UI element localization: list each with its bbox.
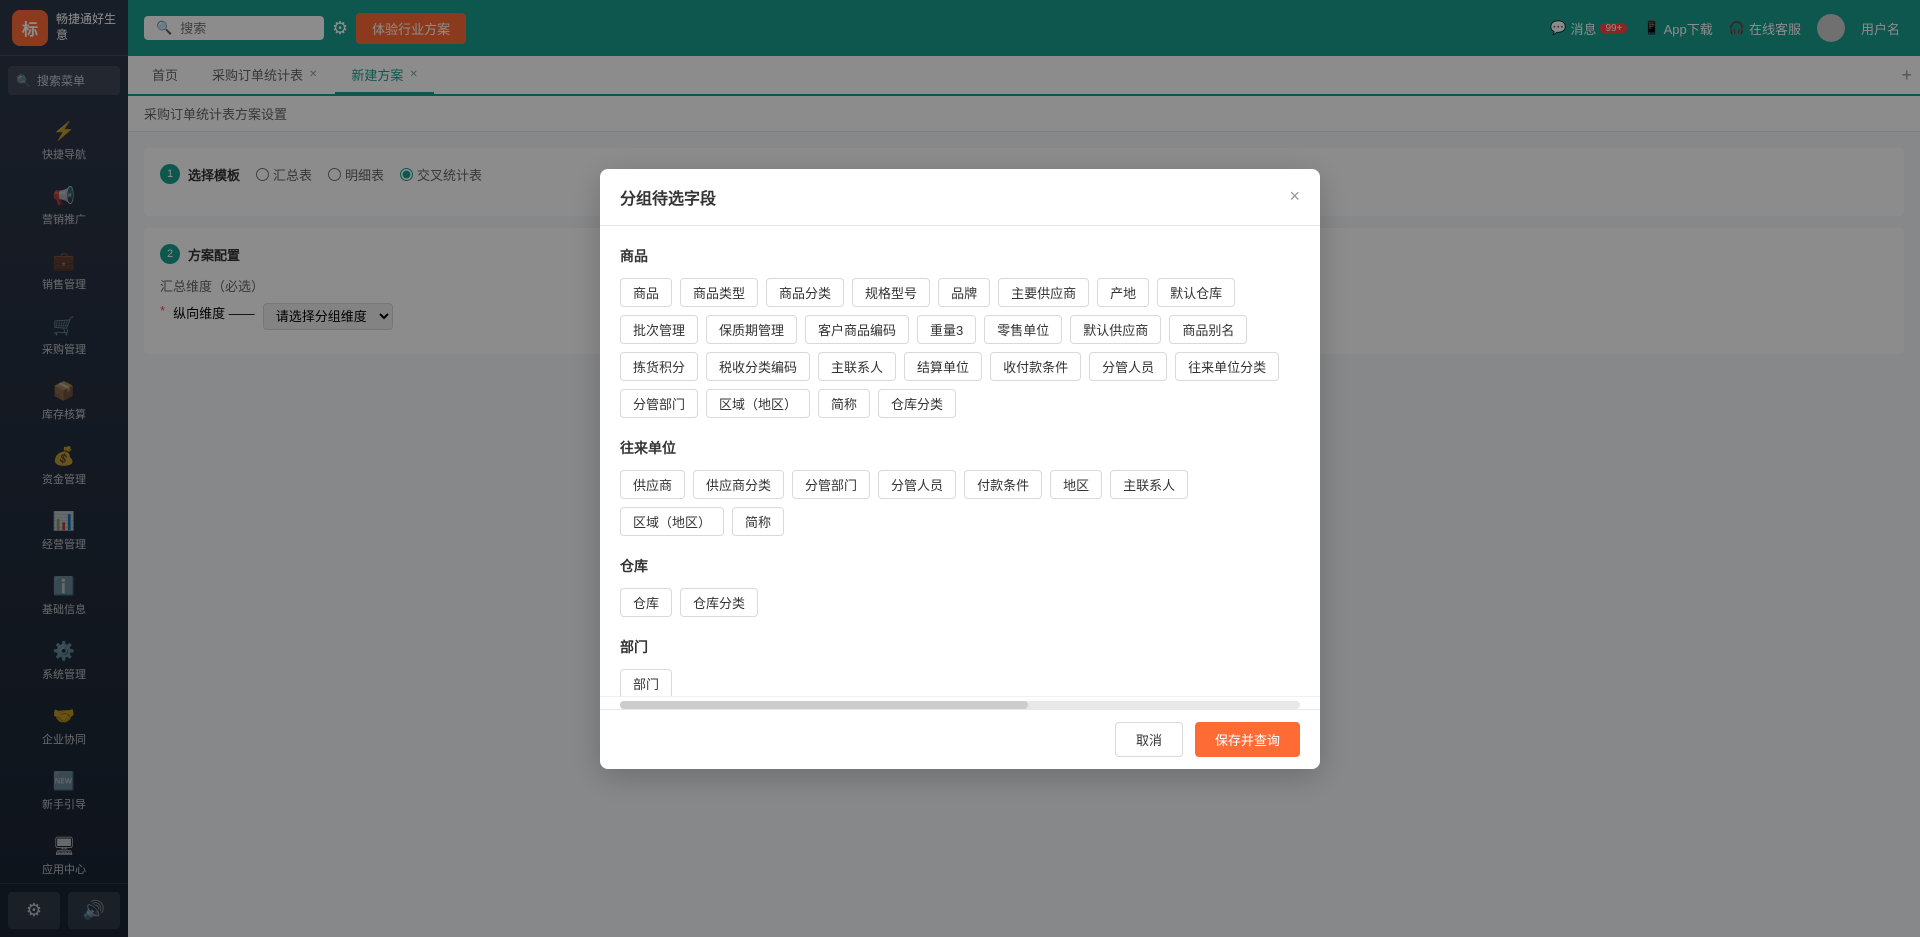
group-title-department: 部门 (620, 637, 1300, 657)
tag-product-type[interactable]: 商品类型 (680, 278, 758, 307)
tag-warehouse-category[interactable]: 仓库分类 (878, 389, 956, 418)
tag-region[interactable]: 区域（地区） (706, 389, 810, 418)
tag-spec-model[interactable]: 规格型号 (852, 278, 930, 307)
tag-payment-terms[interactable]: 收付款条件 (990, 352, 1081, 381)
tag-department[interactable]: 部门 (620, 669, 672, 696)
tag-default-warehouse[interactable]: 默认仓库 (1157, 278, 1235, 307)
tag-partner-category[interactable]: 往来单位分类 (1175, 352, 1279, 381)
field-group-partner: 往来单位 供应商 供应商分类 分管部门 分管人员 付款条件 地区 主联系人 区域… (620, 438, 1300, 536)
field-group-warehouse: 仓库 仓库 仓库分类 (620, 556, 1300, 617)
dialog-footer: 取消 保存并查询 (600, 709, 1320, 769)
tag-retail-unit[interactable]: 零售单位 (984, 315, 1062, 344)
dialog-title: 分组待选字段 (620, 185, 716, 209)
tag-settlement-unit[interactable]: 结算单位 (904, 352, 982, 381)
tag-pick-score[interactable]: 拣货积分 (620, 352, 698, 381)
tag-primary-contact[interactable]: 主联系人 (818, 352, 896, 381)
tag-brand[interactable]: 品牌 (938, 278, 990, 307)
save-query-button[interactable]: 保存并查询 (1195, 722, 1300, 757)
tag-shelf-life[interactable]: 保质期管理 (706, 315, 797, 344)
department-tags: 部门 (620, 669, 1300, 696)
cancel-button[interactable]: 取消 (1115, 722, 1183, 757)
tag-customer-code[interactable]: 客户商品编码 (805, 315, 909, 344)
tag-product-category[interactable]: 商品分类 (766, 278, 844, 307)
tag-area[interactable]: 地区 (1050, 470, 1102, 499)
tag-abbr[interactable]: 简称 (818, 389, 870, 418)
field-group-product: 商品 商品 商品类型 商品分类 规格型号 品牌 主要供应商 产地 默认仓库 批次… (620, 246, 1300, 418)
tag-main-supplier[interactable]: 主要供应商 (998, 278, 1089, 307)
tag-partner-abbr[interactable]: 简称 (732, 507, 784, 536)
tag-partner-dept[interactable]: 分管部门 (792, 470, 870, 499)
dialog-header: 分组待选字段 × (600, 169, 1320, 226)
tag-batch-mgmt[interactable]: 批次管理 (620, 315, 698, 344)
group-title-product: 商品 (620, 246, 1300, 266)
tag-weight[interactable]: 重量3 (917, 315, 976, 344)
warehouse-tags: 仓库 仓库分类 (620, 588, 1300, 617)
tag-supplier[interactable]: 供应商 (620, 470, 685, 499)
tag-warehouse[interactable]: 仓库 (620, 588, 672, 617)
dialog-body[interactable]: 商品 商品 商品类型 商品分类 规格型号 品牌 主要供应商 产地 默认仓库 批次… (600, 226, 1320, 696)
tag-product[interactable]: 商品 (620, 278, 672, 307)
tag-product-alias[interactable]: 商品别名 (1169, 315, 1247, 344)
dialog-scrollbar-area (600, 696, 1320, 709)
tag-manager[interactable]: 分管人员 (1089, 352, 1167, 381)
group-field-dialog: 分组待选字段 × 商品 商品 商品类型 商品分类 规格型号 品牌 主要供应商 产… (600, 169, 1320, 769)
tag-payment-cond[interactable]: 付款条件 (964, 470, 1042, 499)
dialog-overlay: 分组待选字段 × 商品 商品 商品类型 商品分类 规格型号 品牌 主要供应商 产… (0, 0, 1920, 937)
partner-tags: 供应商 供应商分类 分管部门 分管人员 付款条件 地区 主联系人 区域（地区） … (620, 470, 1300, 536)
tag-default-supplier[interactable]: 默认供应商 (1070, 315, 1161, 344)
horizontal-scrollbar-thumb (620, 701, 1028, 709)
dialog-close-button[interactable]: × (1289, 186, 1300, 207)
tag-partner-contact[interactable]: 主联系人 (1110, 470, 1188, 499)
product-tags: 商品 商品类型 商品分类 规格型号 品牌 主要供应商 产地 默认仓库 批次管理 … (620, 278, 1300, 418)
horizontal-scrollbar[interactable] (620, 701, 1300, 709)
group-title-partner: 往来单位 (620, 438, 1300, 458)
tag-origin[interactable]: 产地 (1097, 278, 1149, 307)
tag-partner-manager[interactable]: 分管人员 (878, 470, 956, 499)
tag-dept[interactable]: 分管部门 (620, 389, 698, 418)
tag-partner-region[interactable]: 区域（地区） (620, 507, 724, 536)
tag-tax-code[interactable]: 税收分类编码 (706, 352, 810, 381)
tag-warehouse-cat[interactable]: 仓库分类 (680, 588, 758, 617)
tag-supplier-category[interactable]: 供应商分类 (693, 470, 784, 499)
group-title-warehouse: 仓库 (620, 556, 1300, 576)
field-group-department: 部门 部门 (620, 637, 1300, 696)
